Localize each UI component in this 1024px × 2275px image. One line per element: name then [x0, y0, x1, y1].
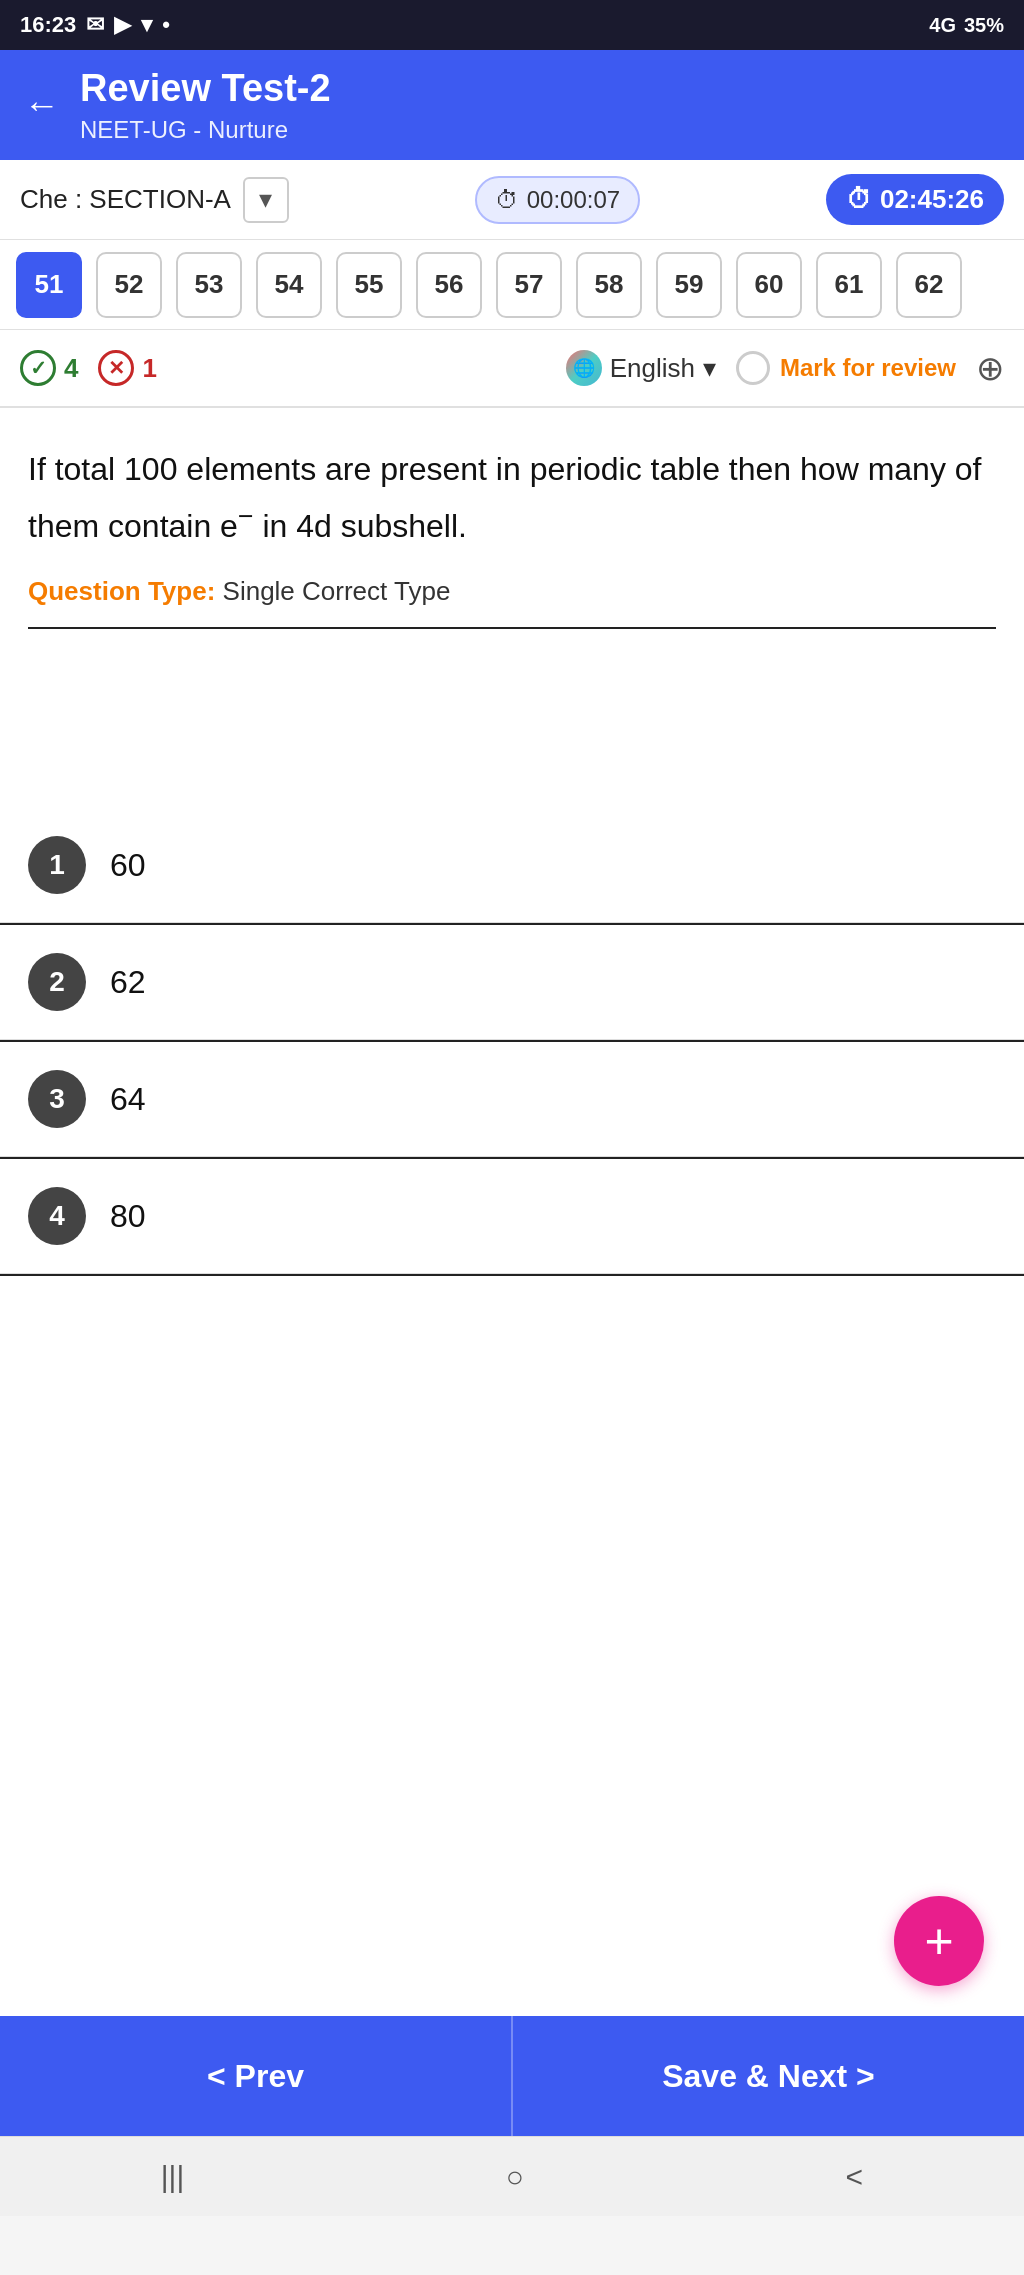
system-back-button[interactable]: < — [846, 2160, 864, 2194]
x-circle-icon: ✕ — [98, 350, 134, 386]
question-type-label: Question Type: Single Correct Type — [28, 576, 996, 607]
question-type-prefix: Question Type: — [28, 576, 215, 606]
lap-timer: ⏱ 00:00:07 — [475, 176, 640, 224]
question-nav-item[interactable]: 51 — [16, 252, 82, 318]
total-timer-value: 02:45:26 — [880, 184, 984, 215]
system-navigation: ||| ○ < — [0, 2136, 1024, 2216]
question-nav-item[interactable]: 55 — [336, 252, 402, 318]
question-text: If total 100 elements are present in per… — [28, 444, 996, 552]
language-flag-icon: 🌐 — [566, 350, 602, 386]
system-home-button[interactable]: ○ — [506, 2160, 524, 2194]
total-clock-icon: ⏱ — [846, 184, 872, 215]
option-item[interactable]: 3 64 — [0, 1042, 1024, 1157]
options-list: 1 60 2 62 3 64 4 80 — [0, 808, 1024, 1276]
question-nav-item[interactable]: 57 — [496, 252, 562, 318]
question-nav-item[interactable]: 60 — [736, 252, 802, 318]
question-navigation: 515253545556575859606162 — [0, 240, 1024, 330]
option-item[interactable]: 1 60 — [0, 808, 1024, 923]
section-name: Che : SECTION-A — [20, 184, 231, 215]
option-text: 60 — [110, 847, 146, 884]
system-menu-button[interactable]: ||| — [161, 2160, 184, 2194]
check-circle-icon: ✓ — [20, 350, 56, 386]
question-content: If total 100 elements are present in per… — [0, 408, 1024, 808]
question-type-value: Single Correct Type — [223, 576, 451, 606]
status-time: 16:23 — [20, 12, 76, 38]
question-nav-item[interactable]: 52 — [96, 252, 162, 318]
status-network: 4G — [929, 14, 956, 37]
option-text: 64 — [110, 1081, 146, 1118]
status-bar: 16:23 ✉ ▶ ▾ • 4G 35% — [0, 0, 1024, 50]
content-spacer — [0, 1276, 1024, 1876]
question-nav-item[interactable]: 56 — [416, 252, 482, 318]
question-nav-item[interactable]: 58 — [576, 252, 642, 318]
option-text: 62 — [110, 964, 146, 1001]
question-divider — [28, 627, 996, 629]
question-nav-item[interactable]: 59 — [656, 252, 722, 318]
language-label: English — [610, 353, 695, 384]
mark-review-label: Mark for review — [780, 354, 956, 382]
prev-button[interactable]: < Prev — [0, 2016, 513, 2136]
total-timer: ⏱ 02:45:26 — [826, 174, 1004, 225]
mark-circle-icon — [736, 351, 770, 385]
option-text: 80 — [110, 1198, 146, 1235]
stats-bar: ✓ 4 ✕ 1 🌐 English ▾ Mark for review ⊕ — [0, 330, 1024, 408]
option-badge: 3 — [28, 1070, 86, 1128]
correct-count: 4 — [64, 353, 78, 384]
fab-add-button[interactable]: + — [894, 1896, 984, 1986]
status-dot: • — [162, 12, 170, 38]
save-next-button[interactable]: Save & Next > — [513, 2016, 1024, 2136]
question-nav-item[interactable]: 53 — [176, 252, 242, 318]
question-nav-item[interactable]: 54 — [256, 252, 322, 318]
option-badge: 1 — [28, 836, 86, 894]
language-dropdown-icon: ▾ — [703, 353, 716, 384]
wrong-count-display: ✕ 1 — [98, 350, 156, 386]
option-badge: 2 — [28, 953, 86, 1011]
header: ← Review Test-2 NEET-UG - Nurture — [0, 50, 1024, 160]
option-item[interactable]: 2 62 — [0, 925, 1024, 1040]
section-dropdown-button[interactable]: ▾ — [243, 177, 289, 223]
wrong-count: 1 — [142, 353, 156, 384]
back-button[interactable]: ← — [24, 84, 60, 126]
section-bar: Che : SECTION-A ▾ ⏱ 00:00:07 ⏱ 02:45:26 — [0, 160, 1024, 240]
question-nav-item[interactable]: 61 — [816, 252, 882, 318]
correct-count-display: ✓ 4 — [20, 350, 78, 386]
page-title: Review Test-2 — [80, 66, 331, 112]
lap-clock-icon: ⏱ — [495, 186, 519, 214]
zoom-button[interactable]: ⊕ — [976, 348, 1004, 388]
option-badge: 4 — [28, 1187, 86, 1245]
status-mail-icon: ✉ — [86, 12, 104, 38]
page-subtitle: NEET-UG - Nurture — [80, 116, 331, 144]
bottom-navigation: < Prev Save & Next > — [0, 2016, 1024, 2136]
question-nav-item[interactable]: 62 — [896, 252, 962, 318]
language-selector[interactable]: 🌐 English ▾ — [566, 350, 716, 386]
lap-timer-value: 00:00:07 — [527, 186, 620, 214]
status-signal-icon: ▾ — [141, 12, 152, 38]
fab-container: + — [0, 1876, 1024, 2016]
option-item[interactable]: 4 80 — [0, 1159, 1024, 1274]
status-battery: 35% — [964, 14, 1004, 37]
mark-for-review-button[interactable]: Mark for review — [736, 351, 956, 385]
status-play-icon: ▶ — [114, 12, 131, 38]
